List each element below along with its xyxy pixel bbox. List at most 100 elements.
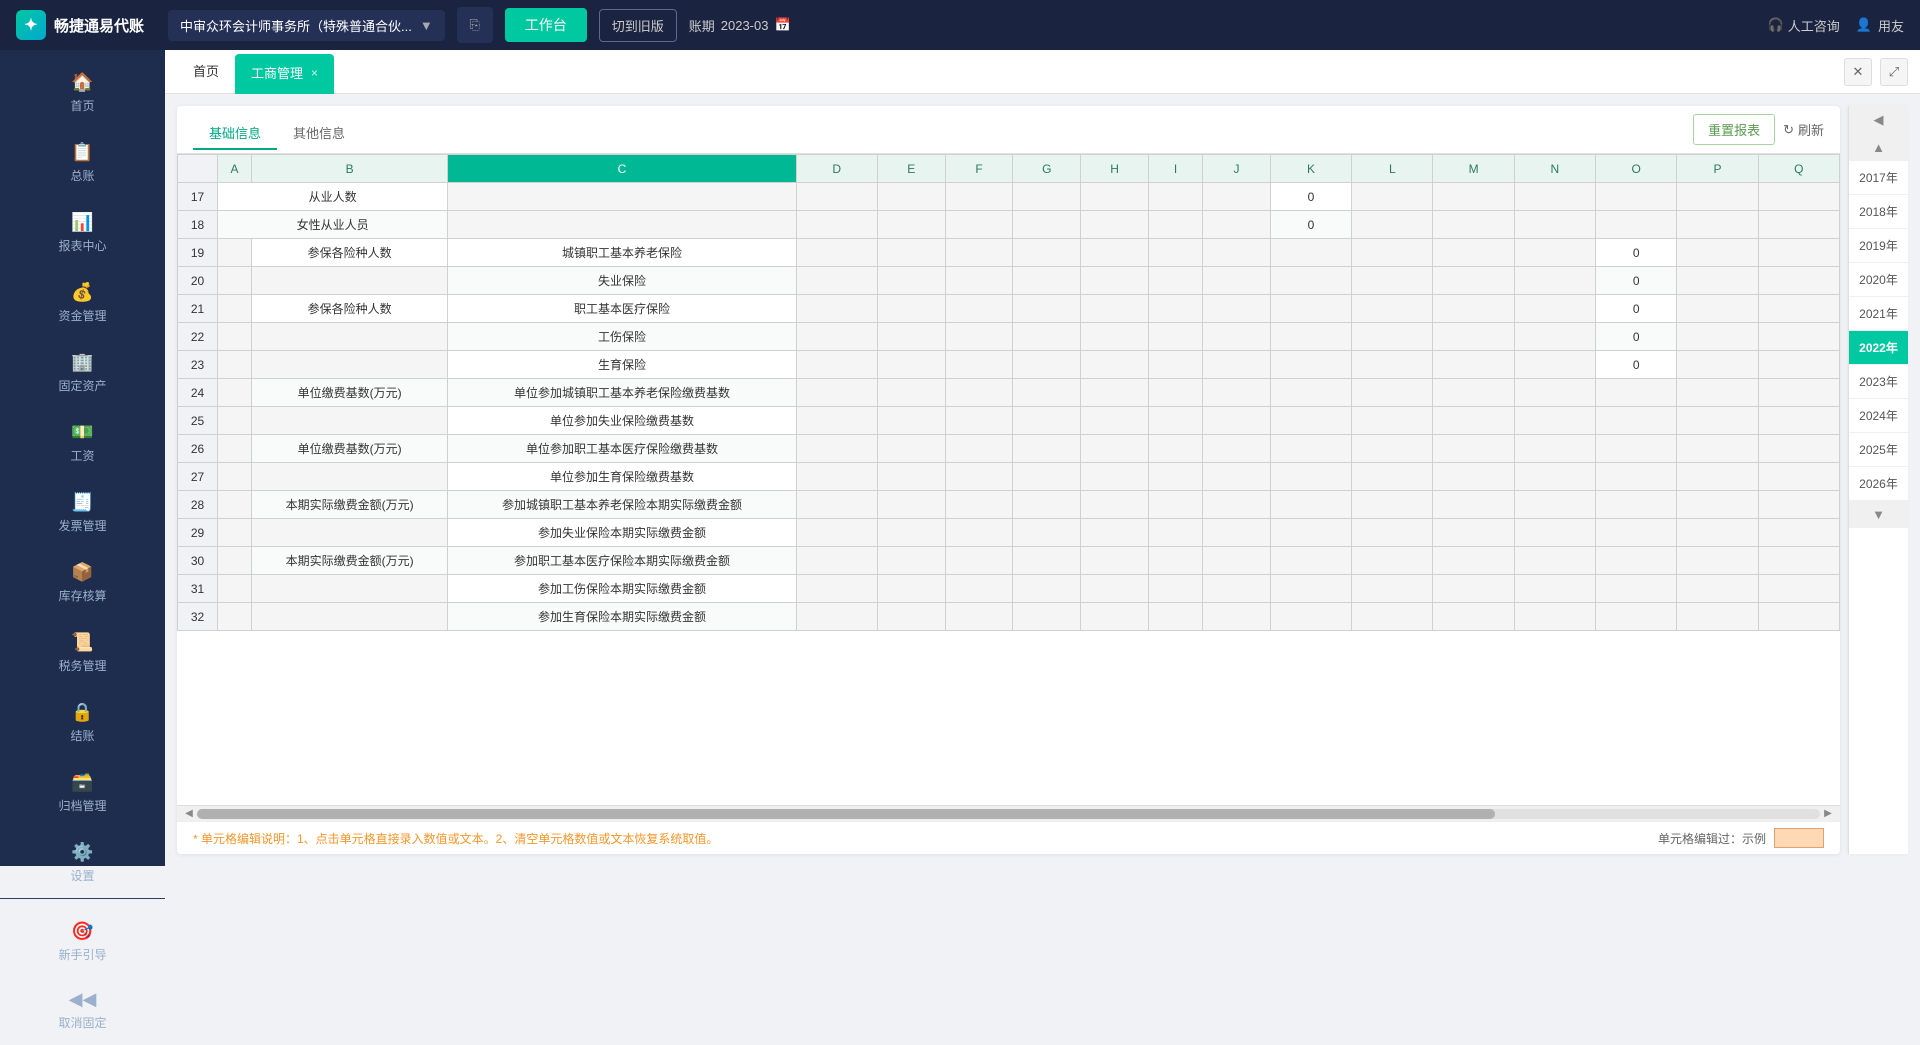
cell-m19[interactable] (1433, 239, 1514, 267)
cell-o17[interactable] (1596, 183, 1677, 211)
cell-o20[interactable]: 0 (1596, 267, 1677, 295)
year-panel-collapse[interactable]: ◀ (1849, 106, 1908, 134)
cell-d23[interactable] (796, 351, 877, 379)
cell-g28[interactable] (1013, 491, 1081, 519)
sidebar-item-settings[interactable]: ⚙️ 设置 (8, 830, 157, 896)
cell-q21[interactable] (1758, 295, 1839, 323)
sidebar-item-home[interactable]: 🏠 首页 (8, 60, 157, 126)
cell-k25[interactable] (1270, 407, 1351, 435)
cell-i26[interactable] (1148, 435, 1202, 463)
cell-f28[interactable] (945, 491, 1013, 519)
cell-f20[interactable] (945, 267, 1013, 295)
cell-k26[interactable] (1270, 435, 1351, 463)
year-2023[interactable]: 2023年 (1849, 365, 1908, 399)
cell-c29[interactable]: 参加失业保险本期实际缴费金额 (448, 519, 796, 547)
cell-e22[interactable] (877, 323, 945, 351)
cell-c18[interactable] (448, 211, 796, 239)
scroll-right-arrow[interactable]: ▶ (1820, 806, 1836, 822)
cell-l17[interactable] (1352, 183, 1433, 211)
cell-i30[interactable] (1148, 547, 1202, 575)
cell-j25[interactable] (1203, 407, 1271, 435)
cell-p23[interactable] (1677, 351, 1758, 379)
spreadsheet-scroll[interactable]: A B C D E F G H I J (177, 154, 1840, 805)
cell-n27[interactable] (1514, 463, 1595, 491)
cell-b24[interactable]: 单位缴费基数(万元) (251, 379, 447, 407)
cell-e30[interactable] (877, 547, 945, 575)
cell-k27[interactable] (1270, 463, 1351, 491)
cell-l20[interactable] (1352, 267, 1433, 295)
scroll-left-arrow[interactable]: ◀ (181, 806, 197, 822)
cell-e32[interactable] (877, 603, 945, 631)
cell-m22[interactable] (1433, 323, 1514, 351)
cell-m17[interactable] (1433, 183, 1514, 211)
cell-h19[interactable] (1081, 239, 1149, 267)
sidebar-item-inventory[interactable]: 📦 库存核算 (8, 550, 157, 616)
cell-n23[interactable] (1514, 351, 1595, 379)
cell-i29[interactable] (1148, 519, 1202, 547)
cell-m31[interactable] (1433, 575, 1514, 603)
cell-g18[interactable] (1013, 211, 1081, 239)
cell-l27[interactable] (1352, 463, 1433, 491)
cell-a30[interactable] (218, 547, 252, 575)
cell-h17[interactable] (1081, 183, 1149, 211)
sidebar-item-closing[interactable]: 🔒 结账 (8, 690, 157, 756)
cell-q25[interactable] (1758, 407, 1839, 435)
cell-d19[interactable] (796, 239, 877, 267)
cell-n32[interactable] (1514, 603, 1595, 631)
year-2022[interactable]: 2022年 (1849, 331, 1908, 365)
cell-o29[interactable] (1596, 519, 1677, 547)
cell-h31[interactable] (1081, 575, 1149, 603)
cell-q22[interactable] (1758, 323, 1839, 351)
year-2019[interactable]: 2019年 (1849, 229, 1908, 263)
cell-m26[interactable] (1433, 435, 1514, 463)
cell-h29[interactable] (1081, 519, 1149, 547)
cell-e25[interactable] (877, 407, 945, 435)
cell-i31[interactable] (1148, 575, 1202, 603)
cell-h28[interactable] (1081, 491, 1149, 519)
cell-f30[interactable] (945, 547, 1013, 575)
cell-j23[interactable] (1203, 351, 1271, 379)
year-scroll-up[interactable]: ▲ (1849, 134, 1908, 161)
cell-j24[interactable] (1203, 379, 1271, 407)
cell-o32[interactable] (1596, 603, 1677, 631)
cell-j28[interactable] (1203, 491, 1271, 519)
tab-gongshang[interactable]: 工商管理 × (235, 54, 334, 94)
cell-f26[interactable] (945, 435, 1013, 463)
cell-d28[interactable] (796, 491, 877, 519)
cell-f22[interactable] (945, 323, 1013, 351)
cell-o25[interactable] (1596, 407, 1677, 435)
cell-i28[interactable] (1148, 491, 1202, 519)
cell-m32[interactable] (1433, 603, 1514, 631)
cell-c30[interactable]: 参加职工基本医疗保险本期实际缴费金额 (448, 547, 796, 575)
cell-o24[interactable] (1596, 379, 1677, 407)
switch-version-button[interactable]: 切到旧版 (599, 9, 677, 42)
cell-k21[interactable] (1270, 295, 1351, 323)
cell-j31[interactable] (1203, 575, 1271, 603)
cell-p25[interactable] (1677, 407, 1758, 435)
cell-q32[interactable] (1758, 603, 1839, 631)
cell-a31[interactable] (218, 575, 252, 603)
cell-j26[interactable] (1203, 435, 1271, 463)
cell-c17[interactable] (448, 183, 796, 211)
cell-l18[interactable] (1352, 211, 1433, 239)
cell-e28[interactable] (877, 491, 945, 519)
sub-tab-basic[interactable]: 基础信息 (193, 117, 277, 150)
workbench-button[interactable]: 工作台 (505, 8, 587, 42)
cell-l21[interactable] (1352, 295, 1433, 323)
cell-b31[interactable] (251, 575, 447, 603)
cell-f17[interactable] (945, 183, 1013, 211)
cell-k28[interactable] (1270, 491, 1351, 519)
sidebar-item-report[interactable]: 📊 报表中心 (8, 200, 157, 266)
company-selector[interactable]: 中审众环会计师事务所（特殊普通合伙... ▼ (168, 10, 445, 41)
cell-a32[interactable] (218, 603, 252, 631)
cell-h23[interactable] (1081, 351, 1149, 379)
cell-q26[interactable] (1758, 435, 1839, 463)
cell-h25[interactable] (1081, 407, 1149, 435)
cell-o28[interactable] (1596, 491, 1677, 519)
cell-l30[interactable] (1352, 547, 1433, 575)
year-scroll-down[interactable]: ▼ (1849, 501, 1908, 528)
cell-q28[interactable] (1758, 491, 1839, 519)
tab-close-icon[interactable]: × (311, 66, 318, 80)
cell-o23[interactable]: 0 (1596, 351, 1677, 379)
cell-i23[interactable] (1148, 351, 1202, 379)
